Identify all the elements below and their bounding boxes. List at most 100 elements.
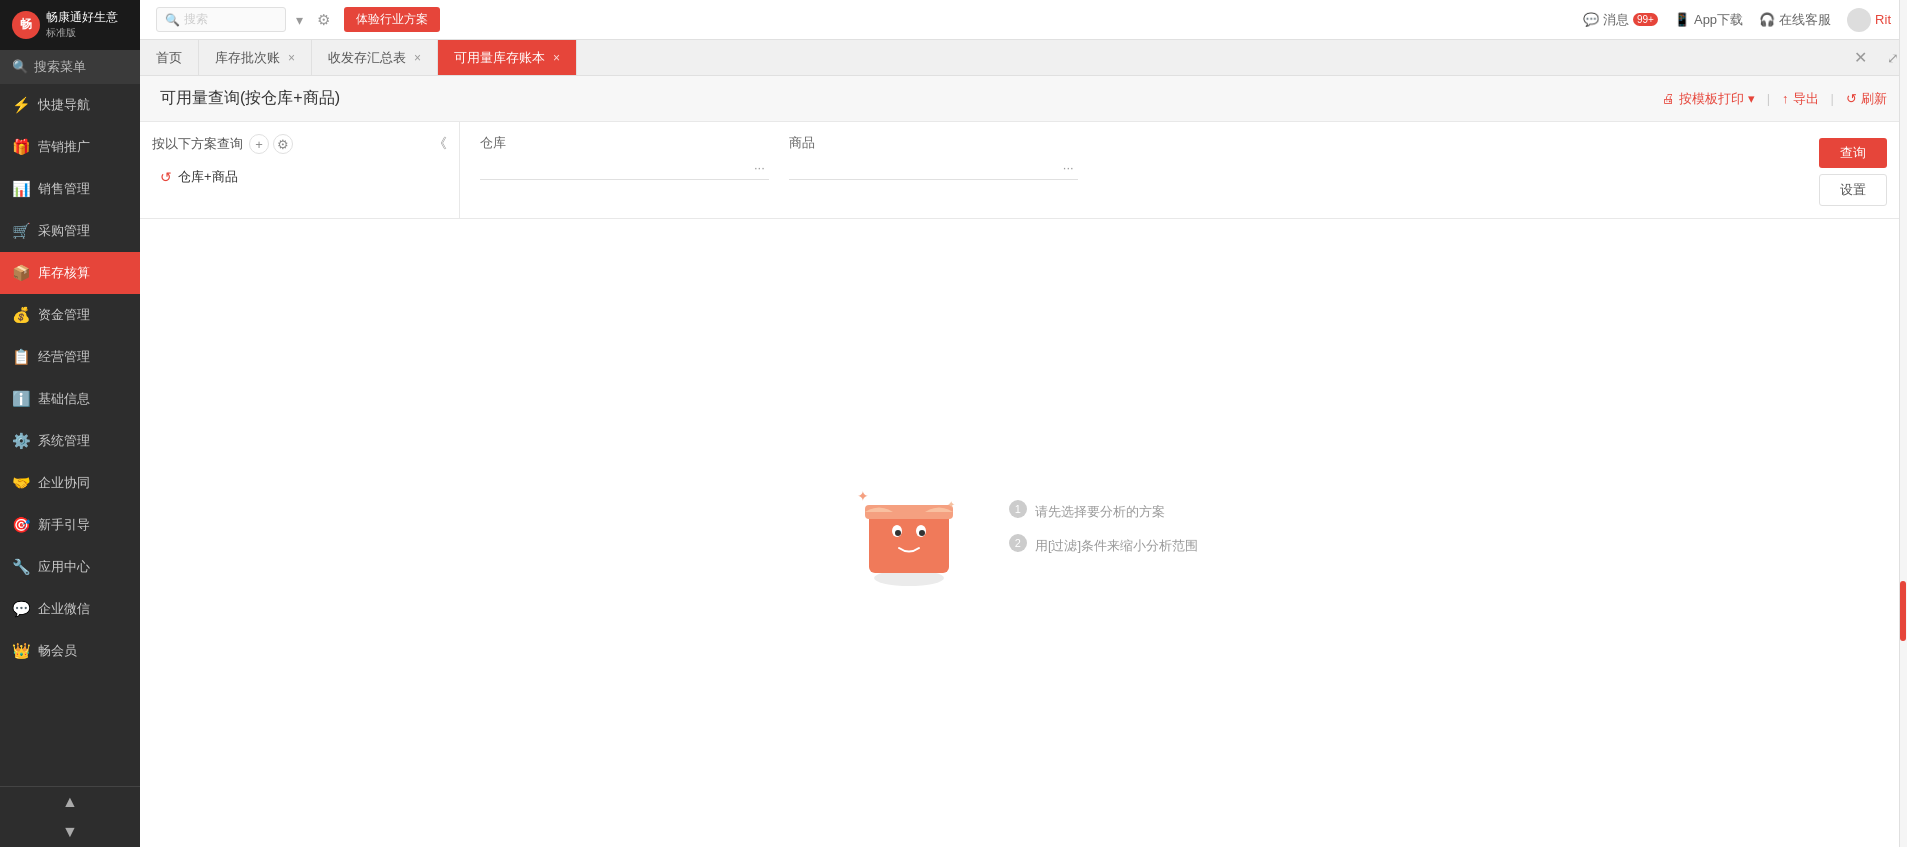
sidebar-logo: 畅 畅康通好生意 标准版	[0, 0, 140, 50]
tab-summary[interactable]: 收发存汇总表 ×	[312, 40, 438, 75]
sidebar-scroll-up[interactable]: ▲	[0, 787, 140, 817]
wechat-icon: 💬	[12, 600, 30, 618]
goods-more-icon[interactable]: ···	[1059, 160, 1078, 175]
topbar-service[interactable]: 🎧 在线客服	[1759, 11, 1831, 29]
sidebar-item-label: 应用中心	[38, 558, 90, 576]
refresh-button[interactable]: ↺ 刷新	[1846, 90, 1887, 108]
svg-text:✦: ✦	[857, 488, 869, 504]
collapse-sidebar-icon[interactable]: 《	[433, 135, 447, 153]
print-template-button[interactable]: 🖨 按模板打印 ▾	[1662, 90, 1755, 108]
sidebar-item-label: 经营管理	[38, 348, 90, 366]
svg-rect-1	[869, 513, 949, 573]
sidebar-item-sales[interactable]: 📊 销售管理	[0, 168, 140, 210]
message-icon: 💬	[1583, 12, 1599, 27]
tab-close-all-button[interactable]: ✕	[1842, 48, 1879, 67]
sidebar-item-newuser[interactable]: 🎯 新手引导	[0, 504, 140, 546]
sidebar-search-label: 搜索菜单	[34, 58, 86, 76]
svg-text:✦: ✦	[947, 499, 955, 510]
empty-illustration: ✦ ✦	[849, 473, 969, 593]
warehouse-input[interactable]	[480, 156, 750, 179]
topbar-right: 💬 消息 99+ 📱 App下载 🎧 在线客服 Rit	[1583, 8, 1891, 32]
user-avatar	[1847, 8, 1871, 32]
sidebar-item-basics[interactable]: ℹ️ 基础信息	[0, 378, 140, 420]
step-1-label: 请先选择要分析的方案	[1035, 499, 1165, 525]
topbar-dropdown-arrow[interactable]: ▾	[296, 12, 303, 28]
scrollbar-thumb[interactable]	[1900, 581, 1906, 641]
export-icon: ↑	[1782, 91, 1789, 106]
tab-home-label: 首页	[156, 49, 182, 67]
sidebar-item-label: 营销推广	[38, 138, 90, 156]
sidebar-search[interactable]: 🔍 搜索菜单	[0, 50, 140, 84]
sidebar-item-purchase[interactable]: 🛒 采购管理	[0, 210, 140, 252]
sidebar-item-label: 销售管理	[38, 180, 90, 198]
newuser-icon: 🎯	[12, 516, 30, 534]
step-1-num: 1	[1009, 500, 1027, 518]
topbar-gear-icon[interactable]: ⚙	[313, 9, 334, 31]
search-icon: 🔍	[165, 13, 180, 27]
sidebar-item-operations[interactable]: 📋 经营管理	[0, 336, 140, 378]
trial-button[interactable]: 体验行业方案	[344, 7, 440, 32]
tab-available[interactable]: 可用量库存账本 ×	[438, 40, 577, 75]
basics-icon: ℹ️	[12, 390, 30, 408]
sidebar-item-appcenter[interactable]: 🔧 应用中心	[0, 546, 140, 588]
goods-input[interactable]	[789, 156, 1059, 179]
sidebar-item-label: 采购管理	[38, 222, 90, 240]
member-icon: 👑	[12, 642, 30, 660]
topbar-app-download[interactable]: 📱 App下载	[1674, 11, 1743, 29]
query-sidebar-header: 按以下方案查询 + ⚙ 《	[152, 134, 447, 154]
warehouse-field: 仓库 ···	[480, 134, 769, 180]
sidebar-item-system[interactable]: ⚙️ 系统管理	[0, 420, 140, 462]
topbar-user[interactable]: Rit	[1847, 8, 1891, 32]
tab-batch[interactable]: 库存批次账 ×	[199, 40, 312, 75]
warehouse-label: 仓库	[480, 134, 769, 152]
sidebar-item-label: 库存核算	[38, 264, 90, 282]
sidebar-item-marketing[interactable]: 🎁 营销推广	[0, 126, 140, 168]
export-label: 导出	[1793, 90, 1819, 108]
tab-home[interactable]: 首页	[140, 40, 199, 75]
empty-step-1: 1 请先选择要分析的方案	[1009, 499, 1198, 525]
query-sidebar-actions: + ⚙	[249, 134, 293, 154]
page-title: 可用量查询(按仓库+商品)	[160, 88, 340, 109]
purchase-icon: 🛒	[12, 222, 30, 240]
sidebar-scroll-down[interactable]: ▼	[0, 817, 140, 847]
sidebar-item-member[interactable]: 👑 畅会员	[0, 630, 140, 672]
tab-summary-close[interactable]: ×	[414, 51, 421, 65]
scheme-icon: ↺	[160, 169, 172, 185]
logo-icon: 畅	[12, 11, 40, 39]
refresh-icon: ↺	[1846, 91, 1857, 106]
tab-available-close[interactable]: ×	[553, 51, 560, 65]
step-2-label: 用[过滤]条件来缩小分析范围	[1035, 533, 1198, 559]
print-label: 按模板打印	[1679, 90, 1744, 108]
sidebar-item-finance[interactable]: 💰 资金管理	[0, 294, 140, 336]
right-scrollbar[interactable]	[1899, 0, 1907, 847]
sidebar-item-inventory[interactable]: 📦 库存核算	[0, 252, 140, 294]
topbar-search-box[interactable]: 🔍 搜索	[156, 7, 286, 32]
topbar-message[interactable]: 💬 消息 99+	[1583, 11, 1658, 29]
sidebar-item-quicknav[interactable]: ⚡ 快捷导航	[0, 84, 140, 126]
app-icon: 📱	[1674, 12, 1690, 27]
export-button[interactable]: ↑ 导出	[1782, 90, 1819, 108]
tab-available-label: 可用量库存账本	[454, 49, 545, 67]
sidebar-item-label: 企业协同	[38, 474, 90, 492]
sidebar-item-label: 资金管理	[38, 306, 90, 324]
tab-batch-close[interactable]: ×	[288, 51, 295, 65]
app-label: App下载	[1694, 11, 1743, 29]
inventory-icon: 📦	[12, 264, 30, 282]
sidebar-item-wechat[interactable]: 💬 企业微信	[0, 588, 140, 630]
system-icon: ⚙️	[12, 432, 30, 450]
logo-subtitle: 标准版	[46, 26, 118, 40]
tab-bar: 首页 库存批次账 × 收发存汇总表 × 可用量库存账本 × ✕ ⤢	[140, 40, 1907, 76]
sidebar-item-label: 基础信息	[38, 390, 90, 408]
sidebar-item-label: 畅会员	[38, 642, 77, 660]
add-scheme-button[interactable]: +	[249, 134, 269, 154]
empty-state: ✦ ✦ 1 请先选择要分析的方案 2 用[过滤]条件来缩小分析范围	[140, 219, 1907, 847]
query-button[interactable]: 查询	[1819, 138, 1887, 168]
scheme-warehouse-goods[interactable]: ↺ 仓库+商品	[152, 162, 447, 192]
sidebar-item-enterprise[interactable]: 🤝 企业协同	[0, 462, 140, 504]
settings-button[interactable]: 设置	[1819, 174, 1887, 206]
svg-point-6	[919, 530, 925, 536]
settings-scheme-button[interactable]: ⚙	[273, 134, 293, 154]
finance-icon: 💰	[12, 306, 30, 324]
query-fields: 仓库 ··· 商品 ··· 查询 设置	[460, 122, 1907, 218]
warehouse-more-icon[interactable]: ···	[750, 160, 769, 175]
